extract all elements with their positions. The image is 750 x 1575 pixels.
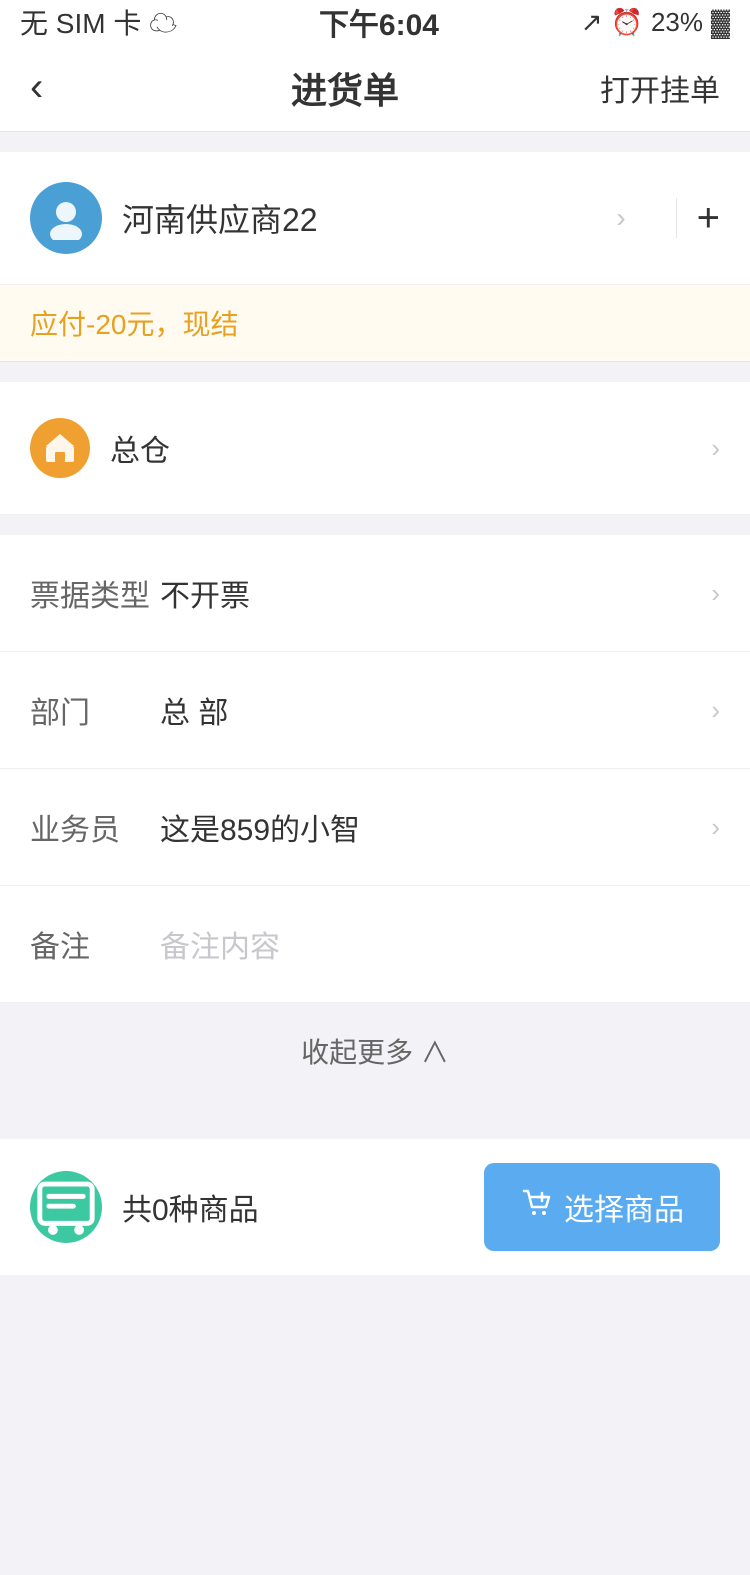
warehouse-icon-circle (30, 418, 90, 478)
notice-banner: 应付-20元，现结 (0, 285, 750, 362)
status-left: 无 SIM 卡 ☁ (20, 2, 177, 42)
remark-input[interactable]: 备注内容 (160, 922, 720, 966)
form-section: 票据类型 不开票 › 部门 总 部 › 业务员 这是859的小智 › 备注 备注… (0, 535, 750, 1003)
section-gap-4 (0, 1099, 750, 1119)
select-product-cart-icon (520, 1187, 552, 1227)
ticket-type-value: 不开票 (160, 571, 701, 615)
page-background (0, 1275, 750, 1575)
department-row[interactable]: 部门 总 部 › (0, 652, 750, 769)
page-title: 进货单 (291, 62, 399, 114)
open-pending-button[interactable]: 打开挂单 (600, 66, 720, 110)
battery-icon: ▓ (711, 7, 730, 38)
warehouse-icon (42, 430, 78, 466)
supplier-chevron-icon: › (616, 202, 625, 234)
warehouse-name: 总仓 (110, 426, 701, 470)
department-label: 部门 (30, 688, 160, 732)
section-gap-1 (0, 132, 750, 152)
select-product-label: 选择商品 (564, 1185, 684, 1229)
remark-label: 备注 (30, 922, 160, 966)
section-gap-2 (0, 362, 750, 382)
select-product-button[interactable]: 选择商品 (484, 1163, 720, 1251)
vertical-divider (676, 198, 677, 238)
salesperson-row[interactable]: 业务员 这是859的小智 › (0, 769, 750, 886)
salesperson-value: 这是859的小智 (160, 805, 701, 849)
product-count-label: 共0种商品 (122, 1185, 484, 1229)
status-right: ↗ ⏰ 23% ▓ (581, 7, 730, 38)
alarm-icon: ⏰ (611, 7, 643, 38)
collapse-toggle[interactable]: 收起更多 ∧ (0, 1003, 750, 1099)
department-chevron-icon: › (711, 695, 720, 726)
remark-row[interactable]: 备注 备注内容 (0, 886, 750, 1003)
battery-label: 23% (651, 7, 703, 38)
supplier-name: 河南供应商22 (122, 195, 616, 241)
status-time: 下午6:04 (319, 0, 439, 44)
ticket-type-chevron-icon: › (711, 578, 720, 609)
section-gap-3 (0, 515, 750, 535)
product-bar: 共0种商品 选择商品 (0, 1139, 750, 1275)
location-icon: ↗ (581, 7, 603, 38)
back-button[interactable]: ‹ (30, 65, 90, 110)
salesperson-label: 业务员 (30, 805, 160, 849)
status-bar: 无 SIM 卡 ☁ 下午6:04 ↗ ⏰ 23% ▓ (0, 0, 750, 44)
salesperson-chevron-icon: › (711, 812, 720, 843)
supplier-avatar (30, 182, 102, 254)
supplier-section: 河南供应商22 › + 应付-20元，现结 (0, 152, 750, 362)
warehouse-section: 总仓 › (0, 382, 750, 515)
sim-label: 无 SIM 卡 ☁ (20, 2, 177, 42)
warehouse-chevron-icon: › (711, 433, 720, 464)
department-value: 总 部 (160, 688, 701, 732)
ticket-type-label: 票据类型 (30, 571, 160, 615)
product-icon-circle (30, 1171, 102, 1243)
warehouse-row[interactable]: 总仓 › (0, 382, 750, 515)
cart-icon (30, 1171, 102, 1243)
ticket-type-row[interactable]: 票据类型 不开票 › (0, 535, 750, 652)
add-supplier-button[interactable]: + (697, 196, 720, 241)
user-icon (44, 196, 88, 240)
nav-bar: ‹ 进货单 打开挂单 (0, 44, 750, 132)
supplier-row[interactable]: 河南供应商22 › + (0, 152, 750, 285)
